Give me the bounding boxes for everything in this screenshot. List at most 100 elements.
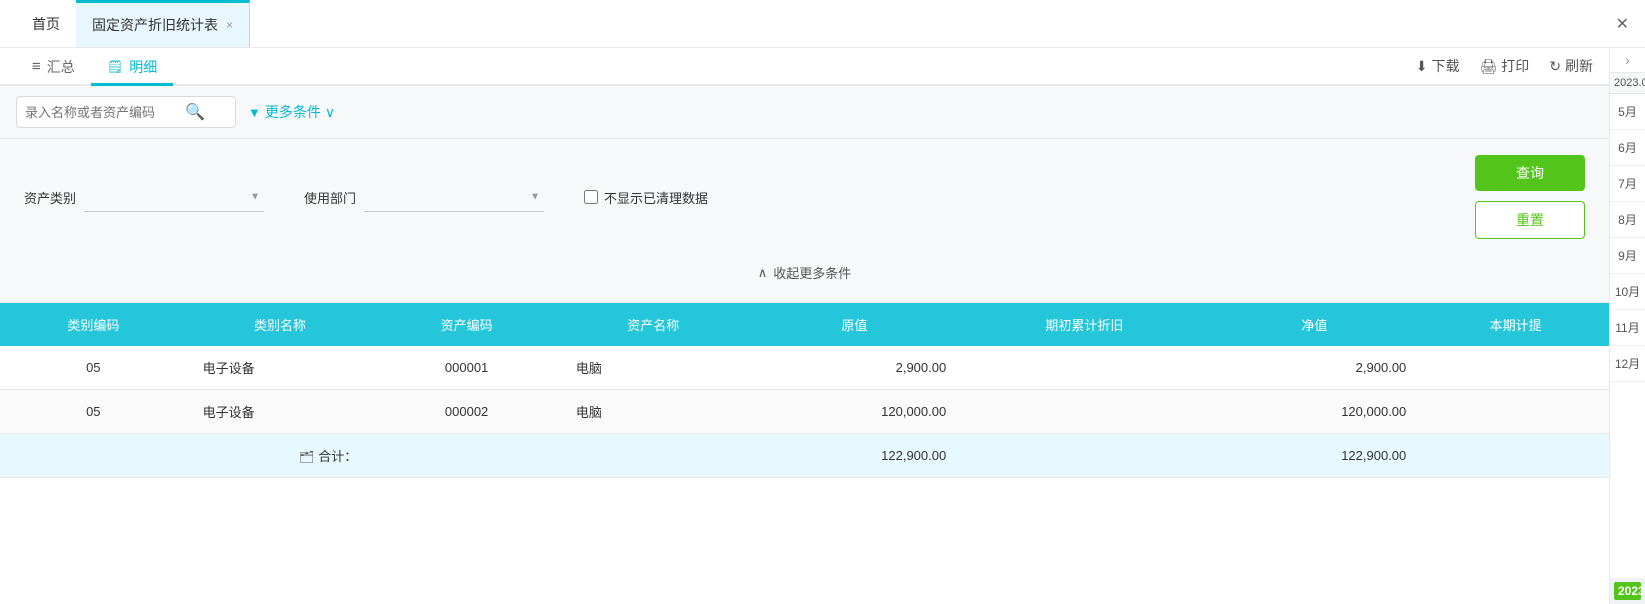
td-category-name: 电子设备 — [187, 346, 374, 390]
th-asset-code: 资产编码 — [373, 303, 560, 346]
td-net-value: 120,000.00 — [1207, 390, 1423, 434]
summary-icon: ≡ — [32, 58, 41, 75]
td-total-empty1 — [373, 434, 560, 478]
total-row: 🗂合计： 122,900.00 122,900.00 — [0, 434, 1609, 478]
collapse-label: 收起更多条件 — [773, 263, 851, 282]
table-wrap: 类别编码 类别名称 资产编码 资产名称 原值 期初累计折旧 净值 本期计提 05… — [0, 303, 1609, 604]
department-select[interactable] — [364, 182, 544, 212]
month-12[interactable]: 12月 — [1610, 346, 1645, 382]
tab-summary-label: 汇总 — [47, 57, 75, 77]
td-total-label: 🗂合计： — [0, 434, 373, 478]
th-accumulated-depreciation: 期初累计折旧 — [962, 303, 1206, 346]
table-row: 05 电子设备 000001 电脑 2,900.00 2,900.00 — [0, 346, 1609, 390]
td-total-original-value: 122,900.00 — [747, 434, 963, 478]
filter-row: 资产类别 使用部门 — [24, 155, 1585, 239]
tab-detail-label: 明细 — [129, 57, 157, 77]
chevron-up-icon: ∧ — [758, 265, 768, 281]
download-button[interactable]: ⬇ 下载 — [1416, 56, 1460, 76]
toolbar: ⬇ 下载 🖨 打印 ↻ 刷新 — [1400, 48, 1609, 84]
filter-actions: 查询 重置 — [1475, 155, 1585, 239]
th-net-value: 净值 — [1207, 303, 1423, 346]
search-icon[interactable]: 🔍 — [185, 102, 205, 122]
search-input[interactable] — [25, 105, 185, 120]
department-filter: 使用部门 — [304, 182, 544, 212]
print-icon: 🖨 — [1479, 58, 1497, 75]
left-panel: ≡ 汇总 🗒 明细 ⬇ 下载 🖨 打印 ↻ — [0, 48, 1609, 604]
filter-icon: ▼ — [248, 105, 261, 120]
month-6[interactable]: 6月 — [1610, 130, 1645, 166]
year-badge[interactable]: 2023 — [1614, 582, 1641, 600]
td-accumulated-depreciation — [962, 390, 1206, 434]
hide-cleared-checkbox-item[interactable]: 不显示已清理数据 — [584, 188, 708, 207]
td-total-current-period — [1422, 434, 1609, 478]
td-asset-code: 000001 — [373, 346, 560, 390]
refresh-label: 刷新 — [1565, 56, 1593, 76]
tab-summary[interactable]: ≡ 汇总 — [16, 50, 91, 86]
asset-category-filter: 资产类别 — [24, 182, 264, 212]
td-original-value: 120,000.00 — [747, 390, 963, 434]
th-current-period: 本期计提 — [1422, 303, 1609, 346]
download-icon: ⬇ — [1416, 58, 1428, 75]
main-content: ≡ 汇总 🗒 明细 ⬇ 下载 🖨 打印 ↻ — [0, 48, 1645, 604]
asset-category-select[interactable] — [84, 182, 264, 212]
nav-tab-close-icon[interactable]: × — [226, 18, 233, 32]
month-11[interactable]: 11月 — [1610, 310, 1645, 346]
table-header-row: 类别编码 类别名称 资产编码 资产名称 原值 期初累计折旧 净值 本期计提 — [0, 303, 1609, 346]
date-display: 2023.01 — [1614, 77, 1645, 89]
data-table: 类别编码 类别名称 资产编码 资产名称 原值 期初累计折旧 净值 本期计提 05… — [0, 303, 1609, 478]
print-label: 打印 — [1501, 56, 1529, 76]
th-original-value: 原值 — [747, 303, 963, 346]
td-current-period — [1422, 346, 1609, 390]
hide-cleared-checkbox[interactable] — [584, 190, 598, 204]
td-category-code: 05 — [0, 390, 187, 434]
tab-detail[interactable]: 🗒 明细 — [91, 50, 174, 86]
nav-tab-fixed-assets[interactable]: 固定资产折旧统计表 × — [76, 0, 250, 47]
td-category-code: 05 — [0, 346, 187, 390]
table-row: 05 电子设备 000002 电脑 120,000.00 120,000.00 — [0, 390, 1609, 434]
month-7[interactable]: 7月 — [1610, 166, 1645, 202]
chevron-right-icon[interactable]: › — [1625, 52, 1630, 68]
right-panel: › 2023.01 5月 6月 7月 8月 9月 10月 11月 12月 202… — [1609, 48, 1645, 604]
department-select-wrap[interactable] — [364, 182, 544, 212]
td-category-name: 电子设备 — [187, 390, 374, 434]
td-original-value: 2,900.00 — [747, 346, 963, 390]
month-10[interactable]: 10月 — [1610, 274, 1645, 310]
td-asset-name: 电脑 — [560, 390, 747, 434]
th-category-code: 类别编码 — [0, 303, 187, 346]
department-label: 使用部门 — [304, 188, 356, 207]
refresh-icon: ↻ — [1549, 58, 1561, 75]
month-9[interactable]: 9月 — [1610, 238, 1645, 274]
asset-category-label: 资产类别 — [24, 188, 76, 207]
query-button[interactable]: 查询 — [1475, 155, 1585, 191]
th-category-name: 类别名称 — [187, 303, 374, 346]
asset-category-select-wrap[interactable] — [84, 182, 264, 212]
more-conditions-button[interactable]: ▼ 更多条件 ∨ — [248, 102, 335, 122]
nav-tab-title: 固定资产折旧统计表 — [92, 15, 218, 35]
nav-home[interactable]: 首页 — [16, 0, 76, 47]
td-asset-code: 000002 — [373, 390, 560, 434]
detail-icon: 🗒 — [107, 59, 124, 75]
print-button[interactable]: 🖨 打印 — [1479, 56, 1529, 76]
td-total-accumulated — [962, 434, 1206, 478]
month-list: 5月 6月 7月 8月 9月 10月 11月 12月 — [1610, 94, 1645, 578]
td-accumulated-depreciation — [962, 346, 1206, 390]
chevron-down-icon: ∨ — [325, 104, 335, 121]
td-asset-name: 电脑 — [560, 346, 747, 390]
download-label: 下载 — [1431, 56, 1459, 76]
th-asset-name: 资产名称 — [560, 303, 747, 346]
collapse-button[interactable]: ∧ 收起更多条件 — [24, 255, 1585, 286]
more-conditions-label: 更多条件 — [265, 102, 321, 122]
refresh-button[interactable]: ↻ 刷新 — [1549, 56, 1593, 76]
td-total-net-value: 122,900.00 — [1207, 434, 1423, 478]
hide-cleared-label: 不显示已清理数据 — [604, 188, 708, 207]
search-bar: 🔍 ▼ 更多条件 ∨ — [0, 86, 1609, 139]
td-net-value: 2,900.00 — [1207, 346, 1423, 390]
month-8[interactable]: 8月 — [1610, 202, 1645, 238]
reset-button[interactable]: 重置 — [1475, 201, 1585, 239]
td-current-period — [1422, 390, 1609, 434]
month-5[interactable]: 5月 — [1610, 94, 1645, 130]
search-input-wrap[interactable]: 🔍 — [16, 96, 236, 128]
filter-area: 资产类别 使用部门 — [0, 139, 1609, 303]
window-close-icon[interactable]: ✕ — [1616, 14, 1629, 34]
td-total-empty2 — [560, 434, 747, 478]
